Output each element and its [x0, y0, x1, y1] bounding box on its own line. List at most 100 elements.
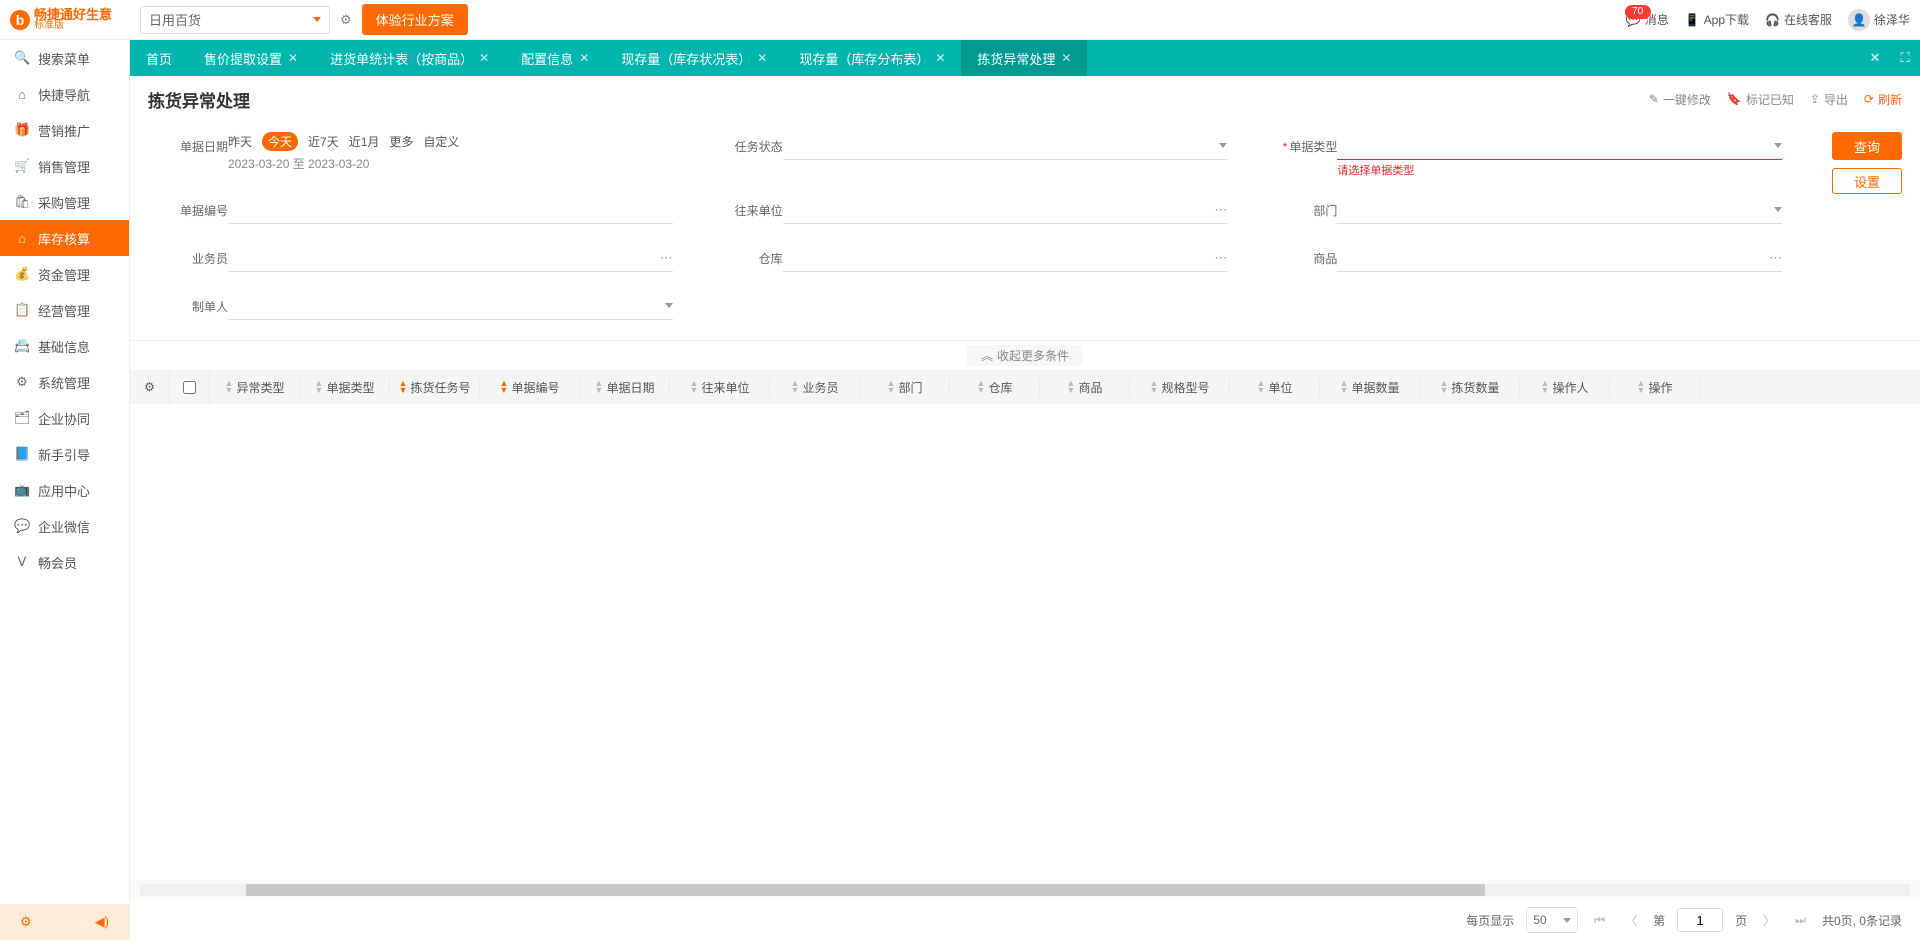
close-tab-icon[interactable]: ✕ — [757, 51, 767, 65]
column-label: 商品 — [1078, 379, 1102, 396]
category-select[interactable]: 日用百货 — [140, 6, 330, 34]
collapse-filters-button[interactable]: ︽ 收起更多条件 — [967, 345, 1083, 366]
tab-配置信息[interactable]: 配置信息✕ — [505, 40, 605, 76]
query-button[interactable]: 查询 — [1832, 132, 1902, 160]
task-status-select[interactable] — [783, 132, 1228, 160]
filter-bill-type: *单据类型 请选择单据类型 — [1257, 132, 1782, 178]
column-header-规格型号[interactable]: ▲▼规格型号 — [1130, 379, 1230, 396]
column-header-异常类型[interactable]: ▲▼异常类型 — [210, 379, 300, 396]
close-tab-icon[interactable]: ✕ — [288, 51, 298, 65]
setting-button[interactable]: 设置 — [1832, 168, 1902, 194]
date-chip-近7天[interactable]: 近7天 — [308, 133, 339, 150]
sidebar-item-基础信息[interactable]: 📇基础信息 — [0, 328, 129, 364]
select-all-checkbox[interactable] — [170, 370, 210, 404]
per-page-select[interactable]: 50 — [1526, 907, 1578, 933]
column-header-单据数量[interactable]: ▲▼单据数量 — [1320, 379, 1420, 396]
warehouse-picker[interactable]: ⋯ — [783, 244, 1228, 272]
sidebar-icon: 📘 — [14, 446, 30, 462]
page-title: 拣货异常处理 — [148, 87, 250, 112]
column-header-拣货数量[interactable]: ▲▼拣货数量 — [1420, 379, 1520, 396]
sidebar-item-经营管理[interactable]: 📋经营管理 — [0, 292, 129, 328]
sidebar-item-企业微信[interactable]: 💬企业微信 — [0, 508, 129, 544]
date-chip-昨天[interactable]: 昨天 — [228, 133, 252, 150]
sidebar-item-新手引导[interactable]: 📘新手引导 — [0, 436, 129, 472]
trial-button[interactable]: 体验行业方案 — [362, 4, 468, 35]
column-header-单位[interactable]: ▲▼单位 — [1230, 379, 1320, 396]
collapse-sidebar-icon[interactable]: ◀) — [95, 914, 109, 930]
column-header-商品[interactable]: ▲▼商品 — [1040, 379, 1130, 396]
sidebar-item-库存核算[interactable]: ⌂库存核算 — [0, 220, 129, 256]
column-header-仓库[interactable]: ▲▼仓库 — [950, 379, 1040, 396]
column-header-操作人[interactable]: ▲▼操作人 — [1520, 379, 1610, 396]
tab-现存量（库存状况表）[interactable]: 现存量（库存状况表）✕ — [605, 40, 783, 76]
refresh-button[interactable]: ⟳刷新 — [1864, 91, 1902, 108]
next-page-button[interactable]: 〉 — [1759, 912, 1779, 929]
column-header-单据编号[interactable]: ▲▼单据编号 — [480, 379, 580, 396]
column-header-操作[interactable]: ▲▼操作 — [1610, 379, 1700, 396]
dept-label: 部门 — [1257, 196, 1337, 219]
sidebar-item-企业协同[interactable]: 🗂企业协同 — [0, 400, 129, 436]
batch-edit-button[interactable]: ✎一键修改 — [1649, 91, 1711, 108]
close-tab-icon[interactable]: ✕ — [1061, 51, 1071, 65]
tab-现存量（库存分布表）[interactable]: 现存量（库存分布表）✕ — [783, 40, 961, 76]
partner-picker[interactable]: ⋯ — [783, 196, 1228, 224]
tab-拣货异常处理[interactable]: 拣货异常处理✕ — [961, 40, 1087, 76]
user-menu[interactable]: 👤 徐泽华 — [1848, 9, 1910, 31]
gear-icon[interactable]: ⚙ — [340, 12, 352, 28]
goods-picker[interactable]: ⋯ — [1337, 244, 1782, 272]
messages-button[interactable]: 💬 消息 — [1626, 11, 1669, 28]
tab-expand-button[interactable]: ⛶ — [1890, 40, 1920, 76]
close-tab-icon[interactable]: ✕ — [579, 51, 589, 65]
date-chip-自定义[interactable]: 自定义 — [423, 133, 459, 150]
sidebar-item-搜索菜单[interactable]: 🔍搜索菜单 — [0, 40, 129, 76]
mark-known-button[interactable]: 🔖标记已知 — [1727, 91, 1794, 108]
sidebar-item-销售管理[interactable]: 🛒销售管理 — [0, 148, 129, 184]
sidebar-item-营销推广[interactable]: 🎁营销推广 — [0, 112, 129, 148]
date-chip-更多[interactable]: 更多 — [389, 133, 413, 150]
last-page-button[interactable]: ⏭ — [1791, 913, 1810, 928]
sidebar-item-label: 库存核算 — [38, 229, 90, 248]
filter-task-status: 任务状态 — [703, 132, 1228, 178]
sidebar-item-采购管理[interactable]: 🛍采购管理 — [0, 184, 129, 220]
column-header-部门[interactable]: ▲▼部门 — [860, 379, 950, 396]
scrollbar-thumb[interactable] — [246, 884, 1485, 896]
warehouse-label: 仓库 — [703, 244, 783, 267]
sidebar-item-资金管理[interactable]: 💰资金管理 — [0, 256, 129, 292]
sidebar-item-系统管理[interactable]: ⚙系统管理 — [0, 364, 129, 400]
date-chip-今天[interactable]: 今天 — [262, 132, 298, 151]
sidebar-item-快捷导航[interactable]: ⌂快捷导航 — [0, 76, 129, 112]
bill-no-input[interactable] — [228, 196, 673, 224]
column-header-拣货任务号[interactable]: ▲▼拣货任务号 — [390, 379, 480, 396]
export-button[interactable]: ⇪导出 — [1810, 91, 1848, 108]
tab-售价提取设置[interactable]: 售价提取设置✕ — [188, 40, 314, 76]
first-page-button[interactable]: ⏮ — [1590, 913, 1609, 928]
support-button[interactable]: 🎧 在线客服 — [1765, 11, 1832, 28]
maker-select[interactable] — [228, 292, 673, 320]
sidebar-item-畅会员[interactable]: Ⅴ畅会员 — [0, 544, 129, 580]
column-header-往来单位[interactable]: ▲▼往来单位 — [670, 379, 770, 396]
tab-close-all-button[interactable]: ✕ — [1860, 40, 1890, 76]
sidebar-item-应用中心[interactable]: 📺应用中心 — [0, 472, 129, 508]
collapse-bar: ︽ 收起更多条件 — [130, 340, 1920, 370]
prev-page-button[interactable]: 〈 — [1621, 912, 1641, 929]
page-input[interactable] — [1677, 908, 1723, 932]
date-chip-近1月[interactable]: 近1月 — [349, 133, 380, 150]
bill-type-select[interactable] — [1337, 132, 1782, 160]
column-settings-button[interactable]: ⚙ — [130, 370, 170, 404]
close-tab-icon[interactable]: ✕ — [479, 51, 489, 65]
app-download-button[interactable]: 📱 App下载 — [1685, 11, 1749, 28]
close-tab-icon[interactable]: ✕ — [935, 51, 945, 65]
column-header-单据类型[interactable]: ▲▼单据类型 — [300, 379, 390, 396]
settings-icon[interactable]: ⚙ — [20, 914, 32, 930]
dept-select[interactable] — [1337, 196, 1782, 224]
column-header-单据日期[interactable]: ▲▼单据日期 — [580, 379, 670, 396]
column-header-业务员[interactable]: ▲▼业务员 — [770, 379, 860, 396]
maker-label: 制单人 — [148, 292, 228, 315]
headset-icon: 🎧 — [1765, 13, 1780, 27]
tab-首页[interactable]: 首页 — [130, 40, 188, 76]
sidebar-icon: 🎁 — [14, 122, 30, 138]
salesman-picker[interactable]: ⋯ — [228, 244, 673, 272]
tab-进货单统计表（按商品）[interactable]: 进货单统计表（按商品）✕ — [314, 40, 505, 76]
page-prefix: 第 — [1653, 912, 1665, 929]
horizontal-scrollbar[interactable] — [140, 884, 1910, 896]
